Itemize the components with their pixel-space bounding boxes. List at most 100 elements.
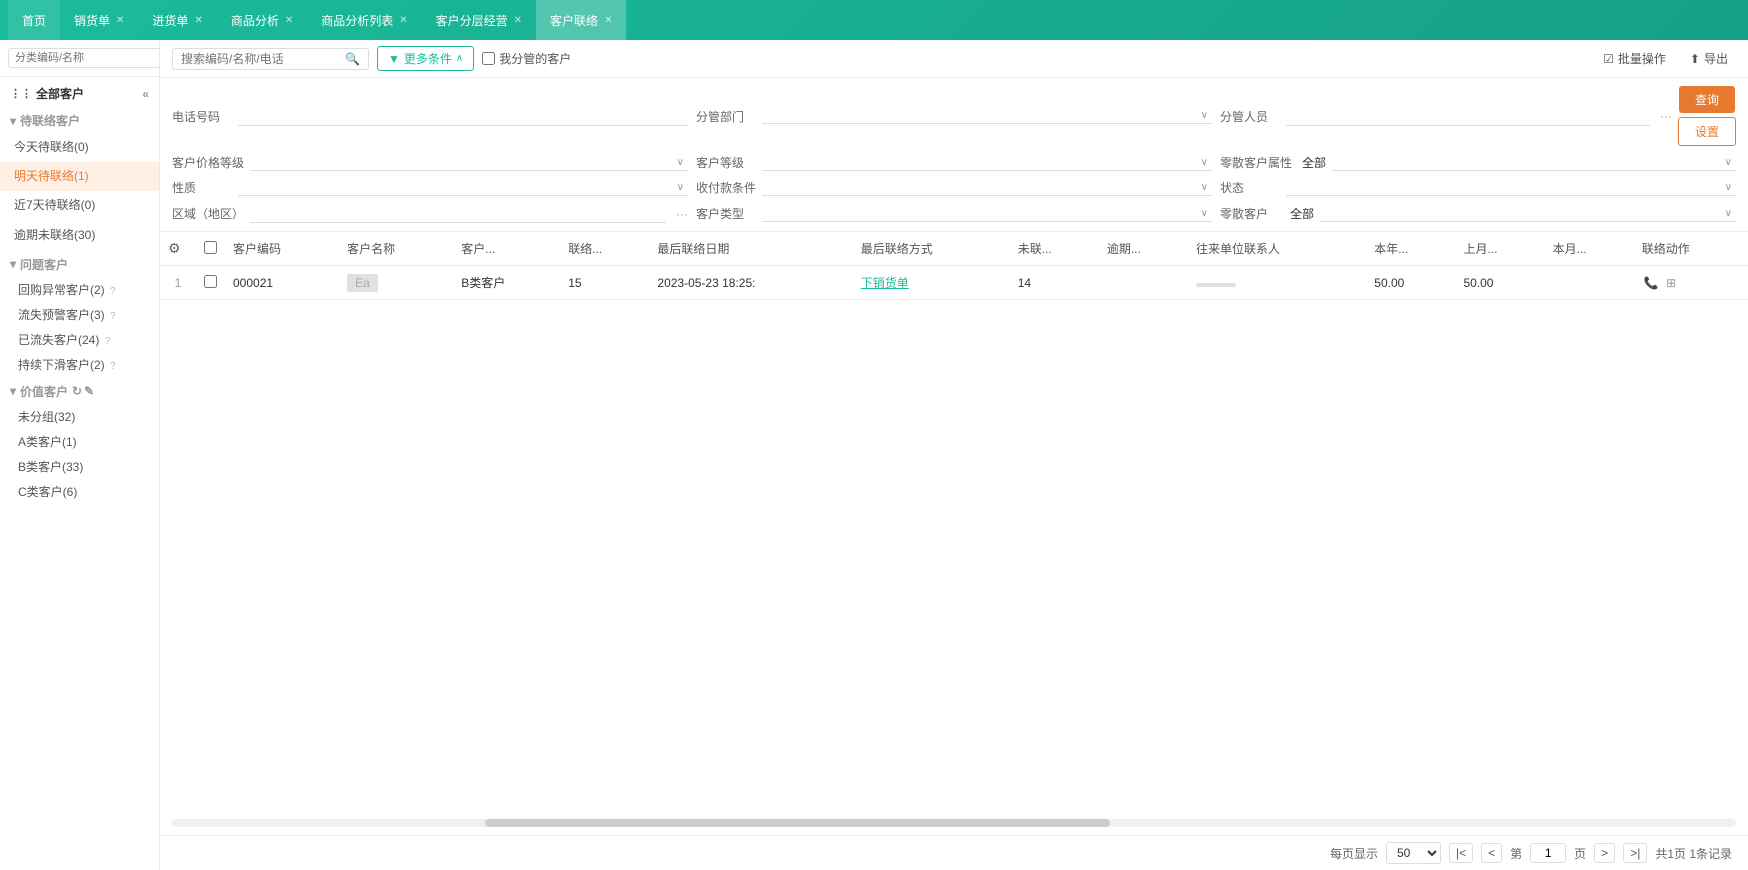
filter-retail-customer-select[interactable]: ∨ bbox=[1320, 206, 1736, 222]
next-page-button[interactable]: > bbox=[1594, 843, 1615, 863]
search-submit-icon[interactable]: 🔍 bbox=[345, 52, 360, 66]
close-product-analysis-icon[interactable]: ✕ bbox=[285, 15, 293, 26]
cell-check[interactable] bbox=[196, 266, 225, 300]
sidebar-churn-warning[interactable]: 流失预警客户(3) bbox=[0, 302, 159, 327]
filter-person-label: 分管人员 bbox=[1220, 108, 1280, 125]
content-area: 🔍 ▼ 更多条件 ∧ 我分管的客户 ☑ 批量操作 ⬆ 导出 bbox=[160, 40, 1748, 870]
last-method-link[interactable]: 下销货单 bbox=[861, 276, 909, 290]
col-this-month[interactable]: 本月... bbox=[1545, 232, 1634, 266]
cell-last-method[interactable]: 下销货单 bbox=[853, 266, 1010, 300]
search-input[interactable] bbox=[181, 52, 341, 66]
sidebar-churned[interactable]: 已流失客户(24) bbox=[0, 327, 159, 352]
sidebar-collapse-icon[interactable]: « bbox=[142, 87, 149, 101]
per-page-select[interactable]: 50 100 200 bbox=[1386, 842, 1441, 864]
pending-arrow-icon[interactable]: ▾ bbox=[10, 114, 16, 128]
nav-purchase-order[interactable]: 进货单 ✕ bbox=[138, 0, 216, 40]
action-grid-icon[interactable]: ⊞ bbox=[1666, 276, 1676, 290]
col-code[interactable]: 客户编码 bbox=[225, 232, 339, 266]
filter-status-select[interactable]: ∨ bbox=[1286, 180, 1736, 196]
value-group-refresh-icon[interactable]: ↻ bbox=[72, 384, 82, 398]
all-customers-title[interactable]: ⋮⋮ 全部客户 « bbox=[0, 77, 159, 106]
filter-phone-input[interactable] bbox=[238, 107, 688, 126]
more-filter-button[interactable]: ▼ 更多条件 ∧ bbox=[377, 46, 474, 71]
col-gear[interactable]: ⚙ bbox=[160, 232, 196, 266]
close-product-analysis-list-icon[interactable]: ✕ bbox=[399, 15, 407, 26]
filter-gender-select[interactable]: ∨ bbox=[238, 180, 688, 196]
close-customer-contact-icon[interactable]: ✕ bbox=[604, 15, 612, 26]
nav-product-analysis[interactable]: 商品分析 ✕ bbox=[217, 0, 307, 40]
query-button[interactable]: 查询 bbox=[1679, 86, 1735, 113]
filter-phone-label: 电话号码 bbox=[172, 108, 232, 125]
my-customers-checkbox[interactable] bbox=[482, 52, 495, 65]
col-unit-contact[interactable]: 往来单位联系人 bbox=[1188, 232, 1366, 266]
toolbar: 🔍 ▼ 更多条件 ∧ 我分管的客户 ☑ 批量操作 ⬆ 导出 bbox=[160, 40, 1748, 78]
close-sales-order-icon[interactable]: ✕ bbox=[116, 15, 124, 26]
col-overdue[interactable]: 逾期... bbox=[1099, 232, 1188, 266]
value-group-edit-icon[interactable]: ✎ bbox=[84, 384, 94, 398]
filter-customer-type-select[interactable]: ∨ bbox=[762, 206, 1212, 222]
cell-last-date: 2023-05-23 18:25: bbox=[649, 266, 852, 300]
sidebar-class-c[interactable]: C类客户(6) bbox=[0, 479, 159, 504]
sidebar-search-input[interactable] bbox=[8, 48, 160, 68]
page-number-input[interactable] bbox=[1530, 843, 1566, 863]
sidebar-declining[interactable]: 持续下滑客户(2) bbox=[0, 352, 159, 377]
filter-customer-value-select[interactable]: ∨ bbox=[250, 155, 688, 171]
row-checkbox[interactable] bbox=[204, 275, 217, 288]
sidebar-search-container: 🔍 bbox=[0, 40, 159, 77]
filter-dept-select[interactable]: ∨ bbox=[762, 108, 1212, 124]
export-button[interactable]: ⬆ 导出 bbox=[1682, 47, 1736, 70]
status-chevron-icon: ∨ bbox=[1725, 182, 1732, 193]
filter-customer-level-label: 客户等级 bbox=[696, 154, 756, 171]
sidebar-class-b[interactable]: B类客户(33) bbox=[0, 454, 159, 479]
problem-group: ▾ 问题客户 bbox=[0, 250, 159, 277]
batch-op-button[interactable]: ☑ 批量操作 bbox=[1595, 47, 1674, 70]
select-all-checkbox[interactable] bbox=[204, 241, 217, 254]
sidebar-class-a[interactable]: A类客户(1) bbox=[0, 429, 159, 454]
sidebar-ungrouped[interactable]: 未分组(32) bbox=[0, 404, 159, 429]
prev-page-button[interactable]: < bbox=[1481, 843, 1502, 863]
filter-actions: 查询 设置 bbox=[1678, 86, 1736, 146]
sidebar-tomorrow-pending[interactable]: 明天待联络(1) bbox=[0, 162, 159, 191]
sidebar-7days-pending[interactable]: 近7天待联络(0) bbox=[0, 191, 159, 220]
last-page-button[interactable]: >| bbox=[1623, 843, 1647, 863]
filter-person-input[interactable] bbox=[1286, 107, 1650, 126]
cell-name[interactable]: Ea bbox=[339, 266, 453, 300]
value-group: ▾ 价值客户 ↻ ✎ bbox=[0, 377, 159, 404]
nav-customer-segment[interactable]: 客户分层经营 ✕ bbox=[422, 0, 536, 40]
nav-product-analysis-list[interactable]: 商品分析列表 ✕ bbox=[307, 0, 421, 40]
nav-home[interactable]: 首页 bbox=[8, 0, 60, 40]
col-contact-count[interactable]: 联络... bbox=[560, 232, 649, 266]
scrollbar-thumb[interactable] bbox=[485, 819, 1111, 827]
col-name[interactable]: 客户名称 bbox=[339, 232, 453, 266]
set-button[interactable]: 设置 bbox=[1678, 117, 1736, 146]
first-page-button[interactable]: |< bbox=[1449, 843, 1473, 863]
nav-sales-order[interactable]: 销货单 ✕ bbox=[60, 0, 138, 40]
sidebar-today-pending[interactable]: 今天待联络(0) bbox=[0, 133, 159, 162]
nav-customer-contact[interactable]: 客户联络 ✕ bbox=[536, 0, 626, 40]
scrollbar-track[interactable] bbox=[172, 819, 1736, 827]
filter-area-dots[interactable]: ··· bbox=[676, 207, 688, 221]
col-last-date[interactable]: 最后联络日期 bbox=[649, 232, 852, 266]
my-customers-checkbox-label[interactable]: 我分管的客户 bbox=[482, 50, 571, 67]
sidebar-overdue-pending[interactable]: 逾期未联络(30) bbox=[0, 221, 159, 250]
value-arrow-icon[interactable]: ▾ bbox=[10, 384, 16, 398]
filter-retail-attr-select[interactable]: ∨ bbox=[1332, 155, 1736, 171]
filter-payment-select[interactable]: ∨ bbox=[762, 180, 1212, 196]
filter-customer-level-select[interactable]: ∨ bbox=[762, 155, 1212, 171]
col-last-method[interactable]: 最后联络方式 bbox=[853, 232, 1010, 266]
col-type[interactable]: 客户... bbox=[453, 232, 560, 266]
close-customer-segment-icon[interactable]: ✕ bbox=[514, 15, 522, 26]
filter-area-input[interactable] bbox=[250, 204, 666, 223]
gear-icon[interactable]: ⚙ bbox=[168, 240, 181, 256]
problem-arrow-icon[interactable]: ▾ bbox=[10, 257, 16, 271]
col-unlisted[interactable]: 未联... bbox=[1010, 232, 1099, 266]
close-purchase-order-icon[interactable]: ✕ bbox=[194, 15, 202, 26]
col-this-year[interactable]: 本年... bbox=[1366, 232, 1455, 266]
col-last-month[interactable]: 上月... bbox=[1455, 232, 1544, 266]
batch-op-icon: ☑ bbox=[1603, 52, 1614, 66]
filter-person-dots[interactable]: ··· bbox=[1660, 109, 1672, 123]
retail-customer-chevron-icon: ∨ bbox=[1725, 208, 1732, 219]
sidebar-abnormal-repurchase[interactable]: 回购异常客户(2) bbox=[0, 277, 159, 302]
action-phone-icon[interactable]: 📞 bbox=[1644, 276, 1659, 290]
filter-retail-customer-label: 零散客户 bbox=[1220, 205, 1280, 222]
